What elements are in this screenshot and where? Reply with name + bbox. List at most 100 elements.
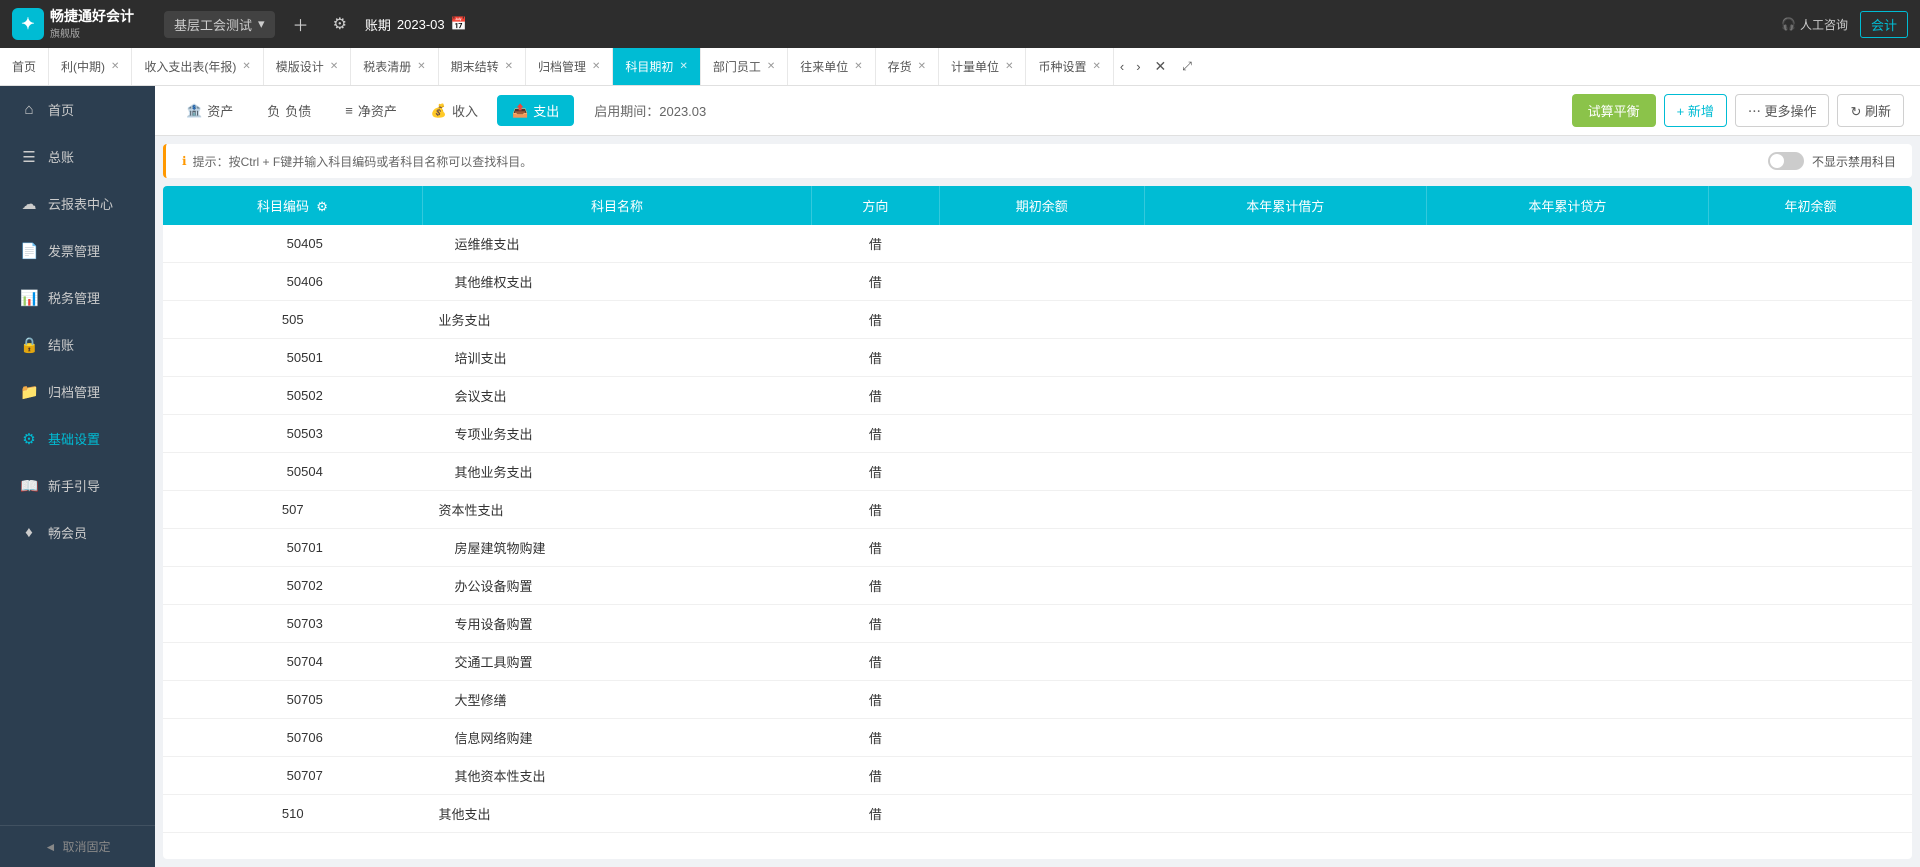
sidebar-item-ledger[interactable]: ☰ 总账 — [0, 133, 155, 180]
cell-code: 505 — [163, 301, 423, 339]
table-row[interactable]: 50704 交通工具购置 借 — [163, 643, 1912, 681]
table-row[interactable]: 50501 培训支出 借 — [163, 339, 1912, 377]
tab-currency-close[interactable]: ✕ — [1092, 61, 1100, 72]
sub-tab-net-asset[interactable]: ≡ 净资产 — [330, 95, 412, 126]
table-row[interactable]: 507 资本性支出 借 — [163, 491, 1912, 529]
cell-ytd-debit — [1144, 605, 1426, 643]
tab-template-close[interactable]: ✕ — [330, 61, 338, 72]
disable-toggle[interactable] — [1768, 152, 1804, 170]
table-row[interactable]: 50504 其他业务支出 借 — [163, 453, 1912, 491]
table-row[interactable]: 50701 房屋建筑物购建 借 — [163, 529, 1912, 567]
tab-subject-init-close[interactable]: ✕ — [679, 61, 687, 72]
sub-tab-liability[interactable]: 负 负债 — [252, 95, 326, 126]
cell-year-opening — [1709, 225, 1913, 263]
cell-year-opening — [1709, 491, 1913, 529]
sidebar-item-tax[interactable]: 📊 税务管理 — [0, 274, 155, 321]
tab-expand-button[interactable]: ⤢ — [1174, 48, 1200, 86]
table-row[interactable]: 50502 会议支出 借 — [163, 377, 1912, 415]
table-row[interactable]: 50705 大型修缮 借 — [163, 681, 1912, 719]
sidebar-item-home[interactable]: ⌂ 首页 — [0, 86, 155, 133]
cell-code: 50707 — [163, 757, 423, 795]
sidebar-item-close[interactable]: 🔒 结账 — [0, 321, 155, 368]
sidebar-item-archive[interactable]: 📁 归档管理 — [0, 368, 155, 415]
tab-tax-close[interactable]: ✕ — [417, 61, 425, 72]
tab-period-end-close[interactable]: ✕ — [505, 61, 513, 72]
more-button[interactable]: ⋯ 更多操作 — [1735, 94, 1830, 127]
tab-close-all-button[interactable]: ✕ — [1147, 48, 1175, 86]
tab-dept[interactable]: 部门员工 ✕ — [701, 48, 788, 86]
tab-currency[interactable]: 币种设置 ✕ — [1026, 48, 1113, 86]
collapse-arrow-icon: ◄ — [45, 840, 57, 854]
tab-unit-close[interactable]: ✕ — [1005, 61, 1013, 72]
sub-tab-income-label: 收入 — [452, 101, 478, 120]
period-label: 账期 — [365, 15, 391, 34]
tab-tax[interactable]: 税表清册 ✕ — [351, 48, 438, 86]
logo-area: ✦ 畅捷通好会计 旗舰版 — [12, 8, 152, 40]
table-row[interactable]: 50406 其他维权支出 借 — [163, 263, 1912, 301]
balance-button[interactable]: 试算平衡 — [1572, 94, 1656, 127]
sub-tab-expense[interactable]: 📤 支出 — [497, 95, 574, 126]
tab-income-annual-close[interactable]: ✕ — [242, 61, 250, 72]
content-area: 🏦 资产 负 负债 ≡ 净资产 💰 收入 📤 支出 启用期间：2023.03 — [155, 86, 1920, 867]
support-button[interactable]: 🎧 人工咨询 — [1781, 16, 1848, 33]
tab-dept-close[interactable]: ✕ — [767, 61, 775, 72]
sidebar-close-label: 结账 — [48, 335, 74, 354]
table-row[interactable]: 50703 专用设备购置 借 — [163, 605, 1912, 643]
cell-year-opening — [1709, 415, 1913, 453]
cell-direction: 借 — [812, 681, 940, 719]
sidebar-ledger-label: 总账 — [48, 147, 74, 166]
tab-nav-next[interactable]: › — [1130, 48, 1146, 86]
tab-template[interactable]: 模版设计 ✕ — [264, 48, 351, 86]
sidebar-item-report[interactable]: ☁ 云报表中心 — [0, 180, 155, 227]
add-company-button[interactable]: ＋ — [287, 10, 315, 38]
main-layout: ⌂ 首页 ☰ 总账 ☁ 云报表中心 📄 发票管理 📊 税务管理 🔒 结账 📁 归… — [0, 86, 1920, 867]
tab-inventory[interactable]: 存货 ✕ — [876, 48, 939, 86]
sidebar-item-member[interactable]: ♦ 畅会员 — [0, 509, 155, 556]
company-settings-button[interactable]: ⚙ — [327, 12, 353, 36]
archive-icon: 📁 — [20, 383, 38, 401]
sidebar-item-invoice[interactable]: 📄 发票管理 — [0, 227, 155, 274]
tab-subject-init[interactable]: 科目期初 ✕ — [613, 48, 700, 86]
cell-year-opening — [1709, 681, 1913, 719]
tab-unit[interactable]: 计量单位 ✕ — [939, 48, 1026, 86]
tab-income-annual[interactable]: 收入支出表(年报) ✕ — [132, 48, 263, 86]
cell-opening — [939, 757, 1144, 795]
tab-home[interactable]: 首页 — [0, 48, 49, 86]
cell-ytd-debit — [1144, 757, 1426, 795]
tab-inventory-close[interactable]: ✕ — [918, 61, 926, 72]
close-account-icon: 🔒 — [20, 336, 38, 354]
cell-name: 专用设备购置 — [423, 605, 812, 643]
table-row[interactable]: 50702 办公设备购置 借 — [163, 567, 1912, 605]
hint-icon: ℹ — [182, 154, 187, 168]
tab-period-end[interactable]: 期末结转 ✕ — [439, 48, 526, 86]
table-row[interactable]: 50405 运维维支出 借 — [163, 225, 1912, 263]
tab-inventory-label: 存货 — [888, 58, 912, 75]
tab-archive[interactable]: 归档管理 ✕ — [526, 48, 613, 86]
collapse-label: 取消固定 — [62, 838, 110, 855]
table-row[interactable]: 510 其他支出 借 — [163, 795, 1912, 833]
tab-contacts-close[interactable]: ✕ — [854, 61, 862, 72]
sub-tab-income[interactable]: 💰 收入 — [416, 95, 493, 126]
account-button[interactable]: 会计 — [1860, 11, 1908, 38]
sidebar-item-guide[interactable]: 📖 新手引导 — [0, 462, 155, 509]
sidebar-item-settings[interactable]: ⚙ 基础设置 — [0, 415, 155, 462]
company-selector[interactable]: 基层工会测试 ▾ — [164, 11, 275, 38]
sub-tab-asset[interactable]: 🏦 资产 — [171, 95, 248, 126]
table-row[interactable]: 50503 专项业务支出 借 — [163, 415, 1912, 453]
tab-interim-close[interactable]: ✕ — [111, 61, 119, 72]
tab-archive-close[interactable]: ✕ — [592, 61, 600, 72]
sidebar-tax-label: 税务管理 — [48, 288, 100, 307]
cell-direction: 借 — [812, 377, 940, 415]
tab-contacts[interactable]: 往来单位 ✕ — [788, 48, 875, 86]
cell-direction: 借 — [812, 225, 940, 263]
table-row[interactable]: 50706 信息网络购建 借 — [163, 719, 1912, 757]
table-row[interactable]: 505 业务支出 借 — [163, 301, 1912, 339]
sidebar-collapse-button[interactable]: ◄ 取消固定 — [0, 825, 155, 867]
refresh-button[interactable]: ↻ 刷新 — [1837, 94, 1904, 127]
calendar-icon[interactable]: 📅 — [451, 16, 467, 32]
tab-nav-prev[interactable]: ‹ — [1114, 48, 1130, 86]
table-row[interactable]: 50707 其他资本性支出 借 — [163, 757, 1912, 795]
cell-ytd-credit — [1426, 567, 1708, 605]
tab-interim[interactable]: 利(中期) ✕ — [49, 48, 132, 86]
add-button[interactable]: + 新增 — [1664, 94, 1727, 127]
